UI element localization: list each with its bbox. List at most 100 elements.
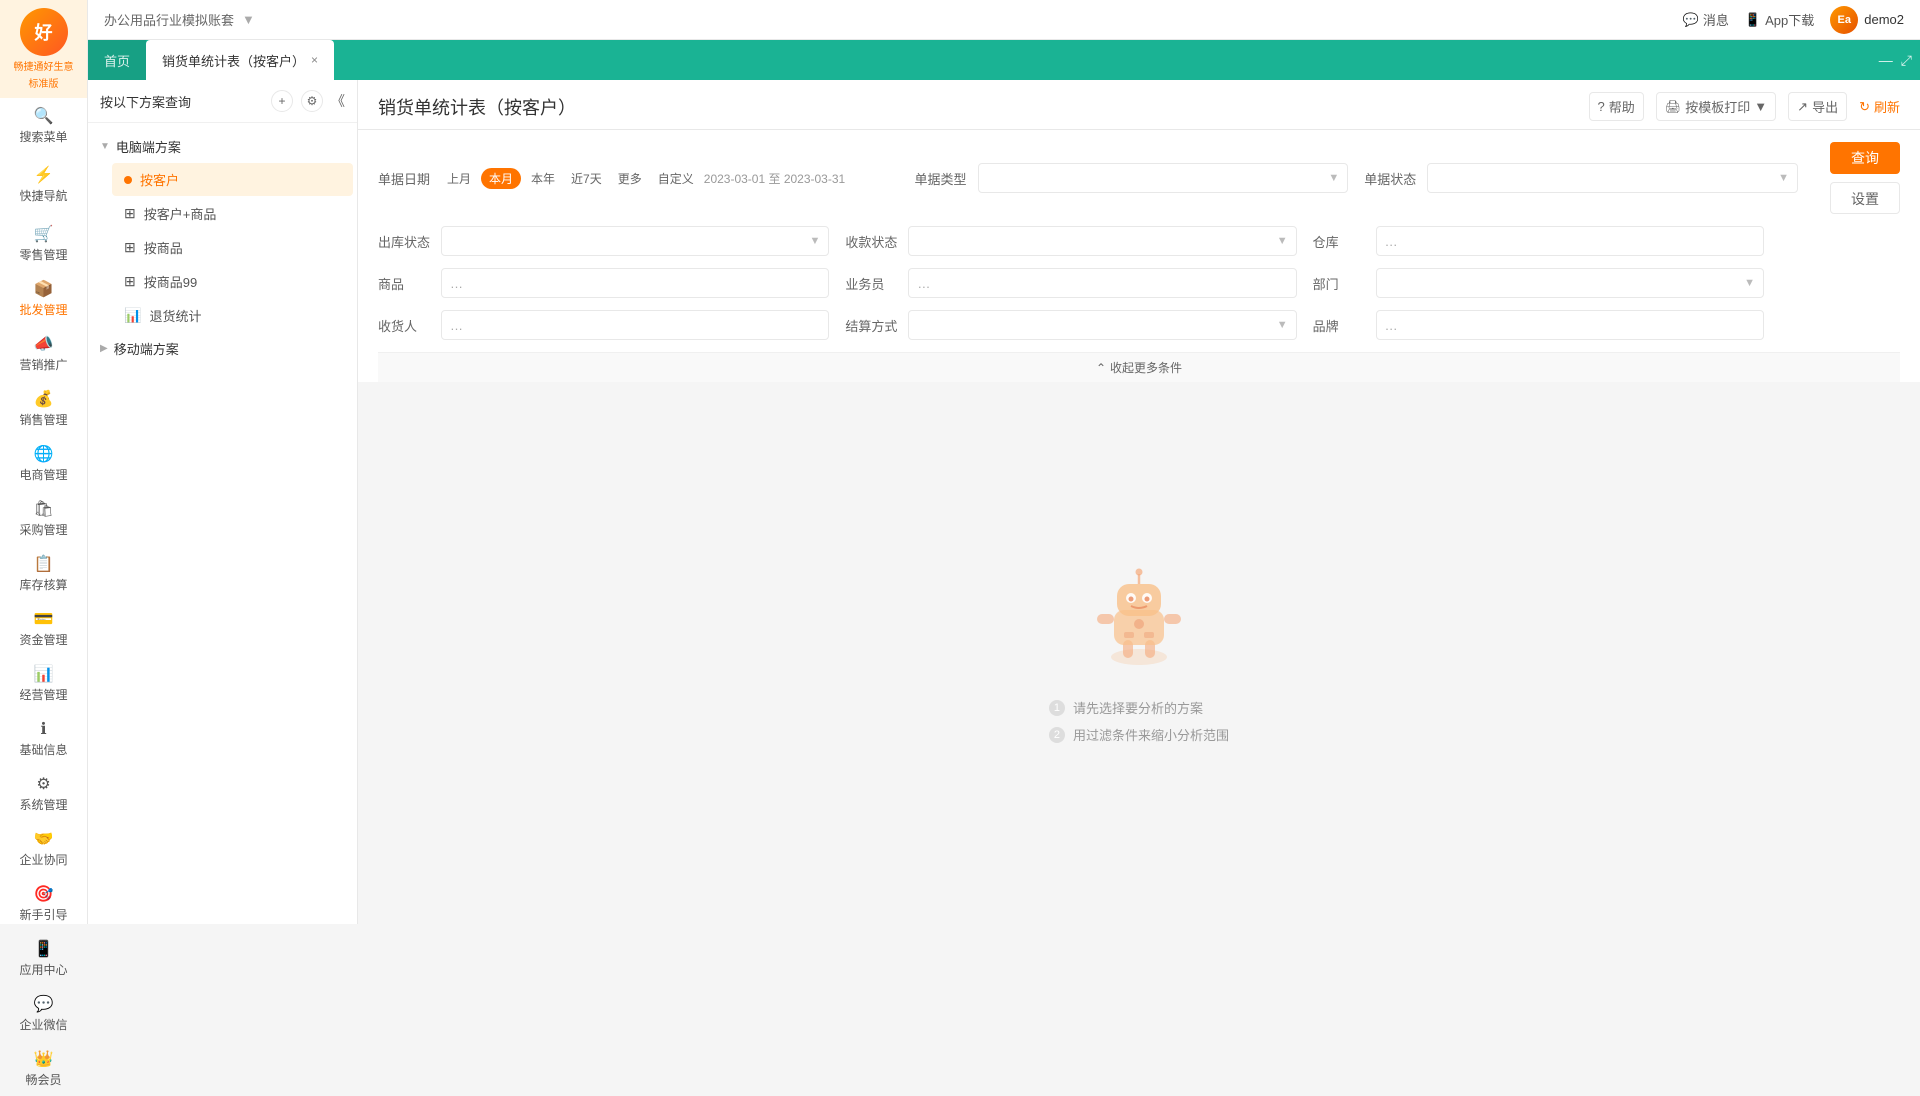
tip-2-text: 用过滤条件来缩小分析范围 — [1073, 725, 1229, 744]
app-download-button[interactable]: 📱 App下载 — [1745, 10, 1814, 29]
sidebar-item-system[interactable]: ⚙ 系统管理 — [0, 766, 87, 821]
receipt-status-input[interactable]: ▼ — [908, 226, 1296, 256]
sidebar-item-basic[interactable]: ℹ 基础信息 — [0, 711, 87, 766]
warehouse-placeholder: … — [1385, 234, 1755, 249]
sidebar-item-member[interactable]: 👑 畅会员 — [0, 1041, 87, 1096]
messages-button[interactable]: 💬 消息 — [1683, 10, 1729, 29]
left-panel-actions: + ⚙ 《 — [271, 90, 345, 112]
tab-expand-icon[interactable]: ⤢ — [1901, 52, 1912, 69]
date-filter-control: 上月 本月 本年 近7天 更多 自定义 2023-03-01 至 2023-03… — [441, 168, 899, 189]
order-type-input[interactable]: ▼ — [978, 163, 1349, 193]
order-status-input[interactable]: ▼ — [1427, 163, 1798, 193]
filter-consignee-cell: 收货人 … — [378, 310, 829, 340]
sidebar-item-search[interactable]: 🔍 搜索菜单 — [0, 98, 87, 153]
help-icon: ? — [1598, 99, 1605, 114]
order-status-dropdown-icon: ▼ — [1778, 172, 1789, 184]
sidebar-item-wholesale[interactable]: 📦 批发管理 — [0, 271, 87, 326]
date-tab-custom[interactable]: 自定义 — [652, 168, 700, 189]
sidebar-item-label: 系统管理 — [19, 796, 67, 813]
date-tab-this-year[interactable]: 本年 — [525, 168, 561, 189]
refresh-button[interactable]: ↻ 刷新 — [1859, 97, 1900, 116]
sidebar-item-retail[interactable]: 🛒 零售管理 — [0, 216, 87, 271]
tree-group-desktop-header[interactable]: ▼ 电脑端方案 — [88, 131, 357, 162]
brand-placeholder: … — [1385, 318, 1755, 333]
sidebar-item-label: 批发管理 — [19, 301, 67, 318]
tree-item-by-customer[interactable]: 按客户 — [112, 163, 353, 196]
settings-scheme-button[interactable]: ⚙ — [301, 90, 323, 112]
sidebar-item-purchase[interactable]: 🛍 采购管理 — [0, 491, 87, 546]
tree-item-by-product[interactable]: ⊞ 按商品 — [112, 231, 353, 264]
tree-arrow-right-icon: ▶ — [100, 343, 108, 354]
sidebar-item-enterprise[interactable]: 🤝 企业协同 — [0, 821, 87, 876]
tree-item-by-customer-product[interactable]: ⊞ 按客户+商品 — [112, 197, 353, 230]
sidebar-item-newbie[interactable]: 🎯 新手引导 — [0, 876, 87, 931]
username-label: demo2 — [1864, 12, 1904, 27]
tree-item-label: 按客户+商品 — [144, 204, 217, 223]
consignee-input[interactable]: … — [441, 310, 829, 340]
brand-input[interactable]: … — [1376, 310, 1764, 340]
sidebar-item-finance[interactable]: 💳 资金管理 — [0, 601, 87, 656]
filter-out-status-cell: 出库状态 ▼ — [378, 226, 829, 256]
tab-active-label: 销货单统计表（按客户） — [162, 51, 305, 70]
receipt-status-dropdown-icon: ▼ — [1277, 235, 1288, 247]
date-tab-more[interactable]: 更多 — [612, 168, 648, 189]
retail-icon: 🛒 — [34, 224, 54, 244]
print-button[interactable]: 🖨 按模板打印 ▼ — [1656, 92, 1776, 121]
date-tab-this-month[interactable]: 本月 — [481, 168, 521, 189]
tab-active[interactable]: 销货单统计表（按客户） × — [146, 40, 334, 80]
tree-item-return-stats[interactable]: 📊 退货统计 — [112, 299, 353, 332]
tab-home[interactable]: 首页 — [88, 40, 146, 80]
sidebar-item-quick-nav[interactable]: ⚡ 快捷导航 — [0, 157, 87, 212]
sidebar-item-apps[interactable]: 📱 应用中心 — [0, 931, 87, 986]
product-input[interactable]: … — [441, 268, 829, 298]
filter-row-1: 单据日期 上月 本月 本年 近7天 更多 自定义 2023-03-01 至 20… — [378, 142, 1900, 214]
sidebar-item-inventory[interactable]: 📋 库存核算 — [0, 546, 87, 601]
finance-icon: 💳 — [34, 609, 54, 629]
settlement-label: 结算方式 — [845, 316, 900, 335]
left-panel: 按以下方案查询 + ⚙ 《 ▼ 电脑端方案 — [88, 80, 358, 924]
tab-minimize-icon[interactable]: — — [1879, 52, 1893, 68]
user-menu[interactable]: Ea demo2 — [1830, 6, 1904, 34]
app-subtitle: 标准版 — [29, 75, 59, 90]
tree-item-by-product-99[interactable]: ⊞ 按商品99 — [112, 265, 353, 298]
filter-salesperson-cell: 业务员 … — [845, 268, 1296, 298]
help-button[interactable]: ? 帮助 — [1589, 92, 1644, 121]
messages-label: 消息 — [1703, 10, 1729, 29]
salesperson-input[interactable]: … — [908, 268, 1296, 298]
member-icon: 👑 — [34, 1049, 54, 1069]
tab-bar-right: — ⤢ — [1879, 52, 1920, 69]
export-button[interactable]: ↗ 导出 — [1788, 92, 1847, 121]
tab-close-icon[interactable]: × — [311, 53, 318, 67]
sidebar-item-ecommerce[interactable]: 🌐 电商管理 — [0, 436, 87, 491]
tree-item-label: 按商品99 — [144, 272, 197, 291]
sidebar-item-sales[interactable]: 💰 销售管理 — [0, 381, 87, 436]
system-icon: ⚙ — [36, 774, 50, 794]
sidebar-item-operations[interactable]: 📊 经营管理 — [0, 656, 87, 711]
date-range-text: 2023-03-01 至 2023-03-31 — [704, 170, 845, 187]
empty-tip-1: 1 请先选择要分析的方案 — [1049, 698, 1229, 717]
sidebar-item-wechat[interactable]: 💬 企业微信 — [0, 986, 87, 1041]
wechat-icon: 💬 — [34, 994, 54, 1014]
department-input[interactable]: ▼ — [1376, 268, 1764, 298]
tree-group-mobile-header[interactable]: ▶ 移动端方案 — [88, 333, 357, 364]
order-status-label: 单据状态 — [1364, 169, 1419, 188]
query-button[interactable]: 查询 — [1830, 142, 1900, 174]
empty-tips: 1 请先选择要分析的方案 2 用过滤条件来缩小分析范围 — [1049, 698, 1229, 744]
scheme-grid-icon-2: ⊞ — [124, 239, 136, 256]
date-tab-last-month[interactable]: 上月 — [441, 168, 477, 189]
warehouse-input[interactable]: … — [1376, 226, 1764, 256]
add-scheme-button[interactable]: + — [271, 90, 293, 112]
collapse-filters-button[interactable]: ⌃ 收起更多条件 — [378, 352, 1900, 382]
collapse-panel-button[interactable]: 《 — [331, 91, 345, 111]
breadcrumb: 办公用品行业模拟账套 — [104, 10, 234, 29]
settlement-input[interactable]: ▼ — [908, 310, 1296, 340]
out-status-input[interactable]: ▼ — [441, 226, 829, 256]
settings-button[interactable]: 设置 — [1830, 182, 1900, 214]
top-header: 办公用品行业模拟账套 ▼ 💬 消息 📱 App下载 Ea demo2 — [88, 0, 1920, 40]
message-icon: 💬 — [1683, 12, 1699, 28]
empty-robot-svg — [1079, 562, 1199, 682]
print-icon: 🖨 — [1665, 99, 1682, 115]
sidebar-item-label: 企业协同 — [19, 851, 67, 868]
date-tab-7days[interactable]: 近7天 — [565, 168, 608, 189]
sidebar-item-marketing[interactable]: 📣 营销推广 — [0, 326, 87, 381]
